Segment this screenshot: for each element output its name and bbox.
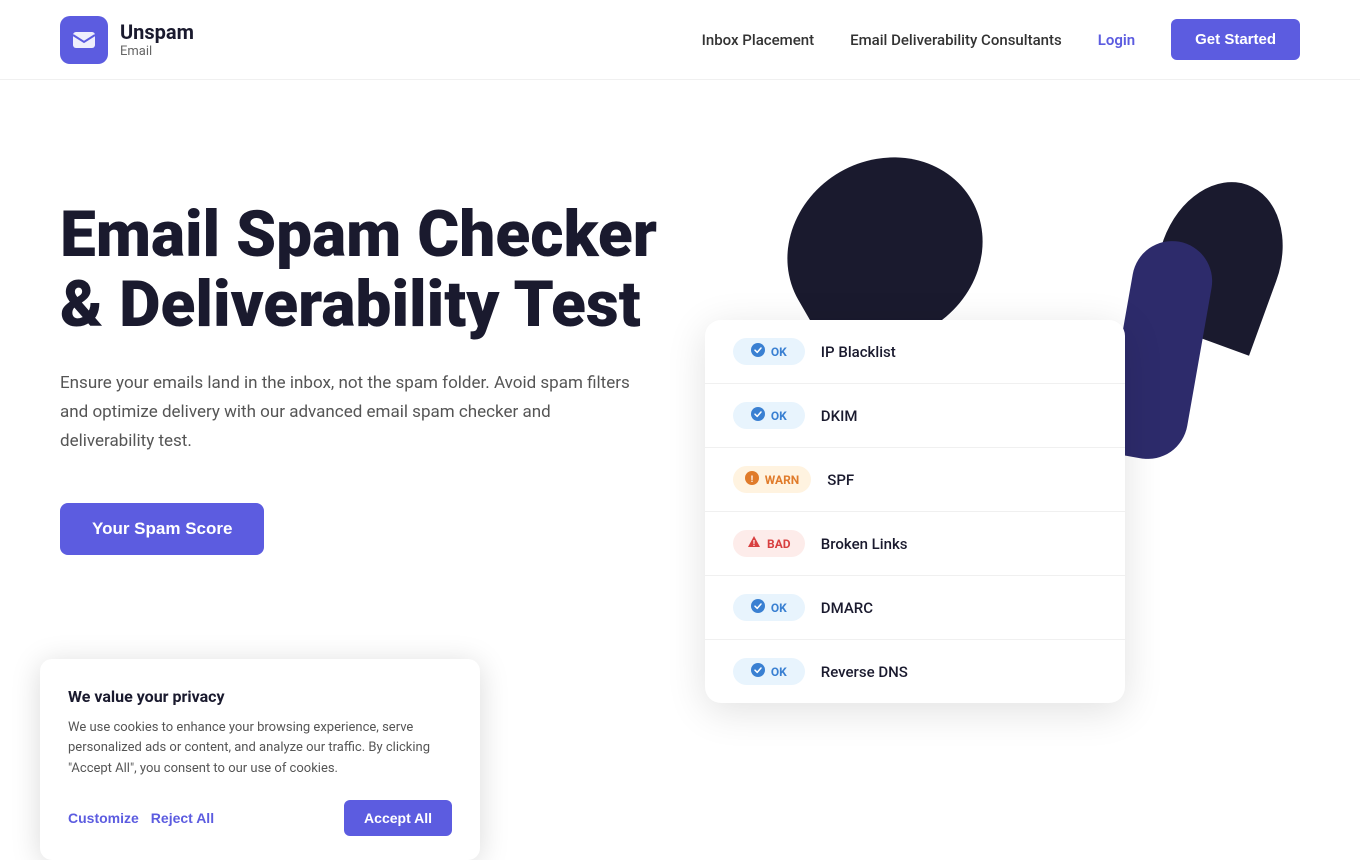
check-badge-ok: OK bbox=[733, 658, 805, 685]
check-label: SPF bbox=[827, 471, 854, 489]
logo-sub: Email bbox=[120, 44, 194, 59]
check-row: ! WARN SPF bbox=[705, 448, 1125, 512]
cookie-title: We value your privacy bbox=[68, 687, 452, 706]
hero-left: Email Spam Checker & Deliverability Test… bbox=[60, 160, 705, 555]
cookie-banner: We value your privacy We use cookies to … bbox=[40, 659, 480, 860]
ok-icon bbox=[751, 599, 765, 616]
check-badge-ok: OK bbox=[733, 338, 805, 365]
svg-text:!: ! bbox=[753, 539, 755, 548]
badge-label: BAD bbox=[767, 537, 791, 551]
logo-icon bbox=[60, 16, 108, 64]
nav-deliverability[interactable]: Email Deliverability Consultants bbox=[850, 31, 1062, 49]
check-label: Reverse DNS bbox=[821, 663, 908, 681]
check-row: OK DKIM bbox=[705, 384, 1125, 448]
badge-label: OK bbox=[771, 409, 787, 423]
customize-button[interactable]: Customize bbox=[68, 810, 139, 826]
badge-label: OK bbox=[771, 665, 787, 679]
check-badge-ok: OK bbox=[733, 402, 805, 429]
logo-text-block: Unspam Email bbox=[120, 20, 194, 59]
logo-name: Unspam bbox=[120, 20, 194, 44]
check-results-card: OK IP Blacklist OK DKIM! WARN SPF! BAD Broken L… bbox=[705, 320, 1125, 703]
check-badge-ok: OK bbox=[733, 594, 805, 621]
badge-label: OK bbox=[771, 601, 787, 615]
reject-button[interactable]: Reject All bbox=[151, 810, 214, 826]
logo-area: Unspam Email bbox=[60, 16, 194, 64]
badge-label: WARN bbox=[765, 473, 799, 487]
cookie-buttons: Customize Reject All Accept All bbox=[68, 800, 452, 836]
main-nav: Inbox Placement Email Deliverability Con… bbox=[702, 19, 1300, 60]
hero-section: Email Spam Checker & Deliverability Test… bbox=[0, 80, 1360, 860]
hero-title: Email Spam Checker & Deliverability Test bbox=[60, 200, 705, 341]
check-label: DKIM bbox=[821, 407, 858, 425]
check-badge-warn: ! WARN bbox=[733, 466, 811, 493]
nav-inbox-placement[interactable]: Inbox Placement bbox=[702, 31, 814, 49]
check-row: ! BAD Broken Links bbox=[705, 512, 1125, 576]
ok-icon bbox=[751, 407, 765, 424]
badge-label: OK bbox=[771, 345, 787, 359]
hero-subtitle: Ensure your emails land in the inbox, no… bbox=[60, 369, 640, 456]
ok-icon bbox=[751, 663, 765, 680]
check-row: OK Reverse DNS bbox=[705, 640, 1125, 703]
svg-text:!: ! bbox=[751, 475, 753, 485]
accept-button[interactable]: Accept All bbox=[344, 800, 452, 836]
spam-score-button[interactable]: Your Spam Score bbox=[60, 503, 264, 555]
cookie-text: We use cookies to enhance your browsing … bbox=[68, 718, 452, 780]
header: Unspam Email Inbox Placement Email Deliv… bbox=[0, 0, 1360, 80]
check-row: OK DMARC bbox=[705, 576, 1125, 640]
check-label: DMARC bbox=[821, 599, 873, 617]
check-row: OK IP Blacklist bbox=[705, 320, 1125, 384]
check-label: IP Blacklist bbox=[821, 343, 896, 361]
hero-right: OK IP Blacklist OK DKIM! WARN SPF! BAD Broken L… bbox=[705, 160, 1300, 760]
check-label: Broken Links bbox=[821, 535, 908, 553]
bad-icon: ! bbox=[747, 535, 761, 552]
warn-icon: ! bbox=[745, 471, 759, 488]
get-started-button[interactable]: Get Started bbox=[1171, 19, 1300, 60]
ok-icon bbox=[751, 343, 765, 360]
nav-login[interactable]: Login bbox=[1098, 31, 1135, 49]
check-badge-bad: ! BAD bbox=[733, 530, 805, 557]
